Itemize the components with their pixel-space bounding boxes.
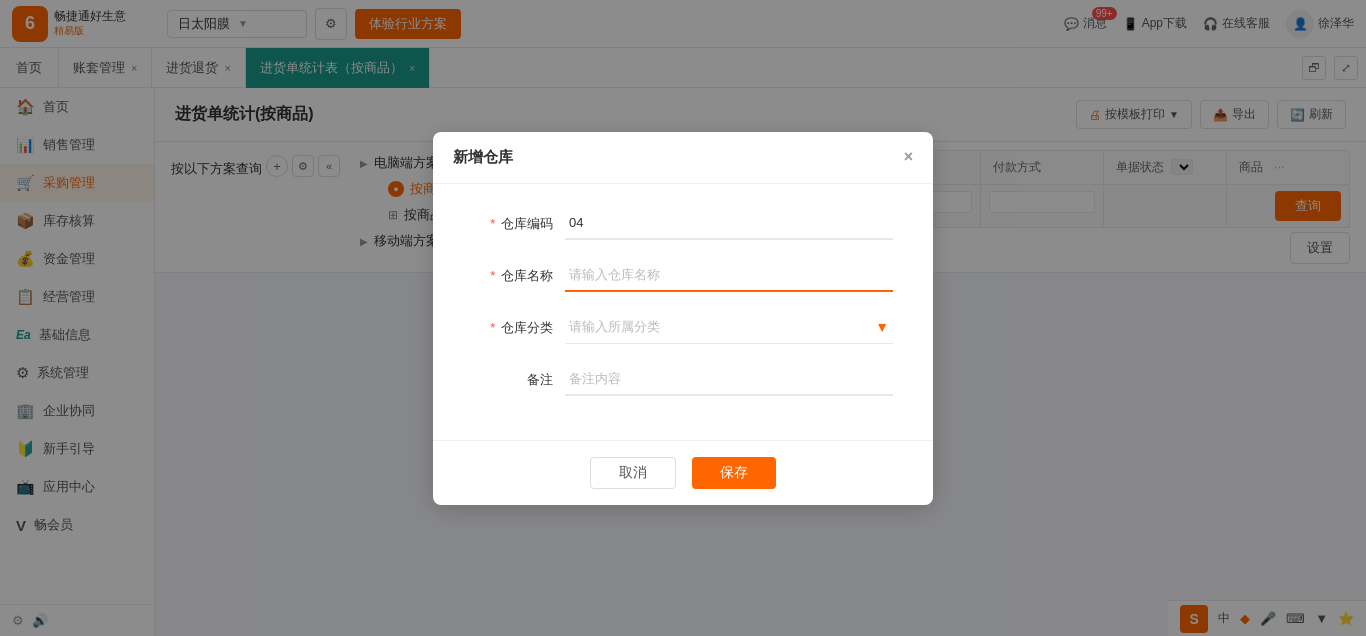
save-button[interactable]: 保存 [692, 457, 776, 489]
field-name-label: * 仓库名称 [473, 267, 553, 285]
modal-overlay[interactable]: 新增仓库 × * 仓库编码 * 仓库名称 [0, 0, 1366, 636]
required-star-name: * [490, 268, 495, 283]
field-code-label: * 仓库编码 [473, 215, 553, 233]
field-code-input[interactable] [565, 208, 893, 240]
category-arrow-icon: ▼ [875, 319, 889, 335]
form-row-category: * 仓库分类 请输入所属分类 ▼ [473, 312, 893, 344]
field-category-select[interactable]: 请输入所属分类 ▼ [565, 312, 893, 344]
dialog-header: 新增仓库 × [433, 132, 933, 184]
form-row-name: * 仓库名称 [473, 260, 893, 292]
required-star-category: * [490, 320, 495, 335]
dialog-title: 新增仓库 [453, 148, 513, 167]
dialog-footer: 取消 保存 [433, 440, 933, 505]
dialog-close-button[interactable]: × [904, 149, 913, 165]
category-placeholder: 请输入所属分类 [569, 318, 660, 336]
required-star-code: * [490, 216, 495, 231]
field-remark-label: 备注 [473, 371, 553, 389]
dialog-new-warehouse: 新增仓库 × * 仓库编码 * 仓库名称 [433, 132, 933, 505]
field-name-input[interactable] [565, 260, 893, 292]
form-row-remark: 备注 [473, 364, 893, 396]
form-row-code: * 仓库编码 [473, 208, 893, 240]
cancel-button[interactable]: 取消 [590, 457, 676, 489]
field-remark-input[interactable] [565, 364, 893, 396]
dialog-body: * 仓库编码 * 仓库名称 * 仓库分类 请输入所属 [433, 184, 933, 440]
field-category-label: * 仓库分类 [473, 319, 553, 337]
